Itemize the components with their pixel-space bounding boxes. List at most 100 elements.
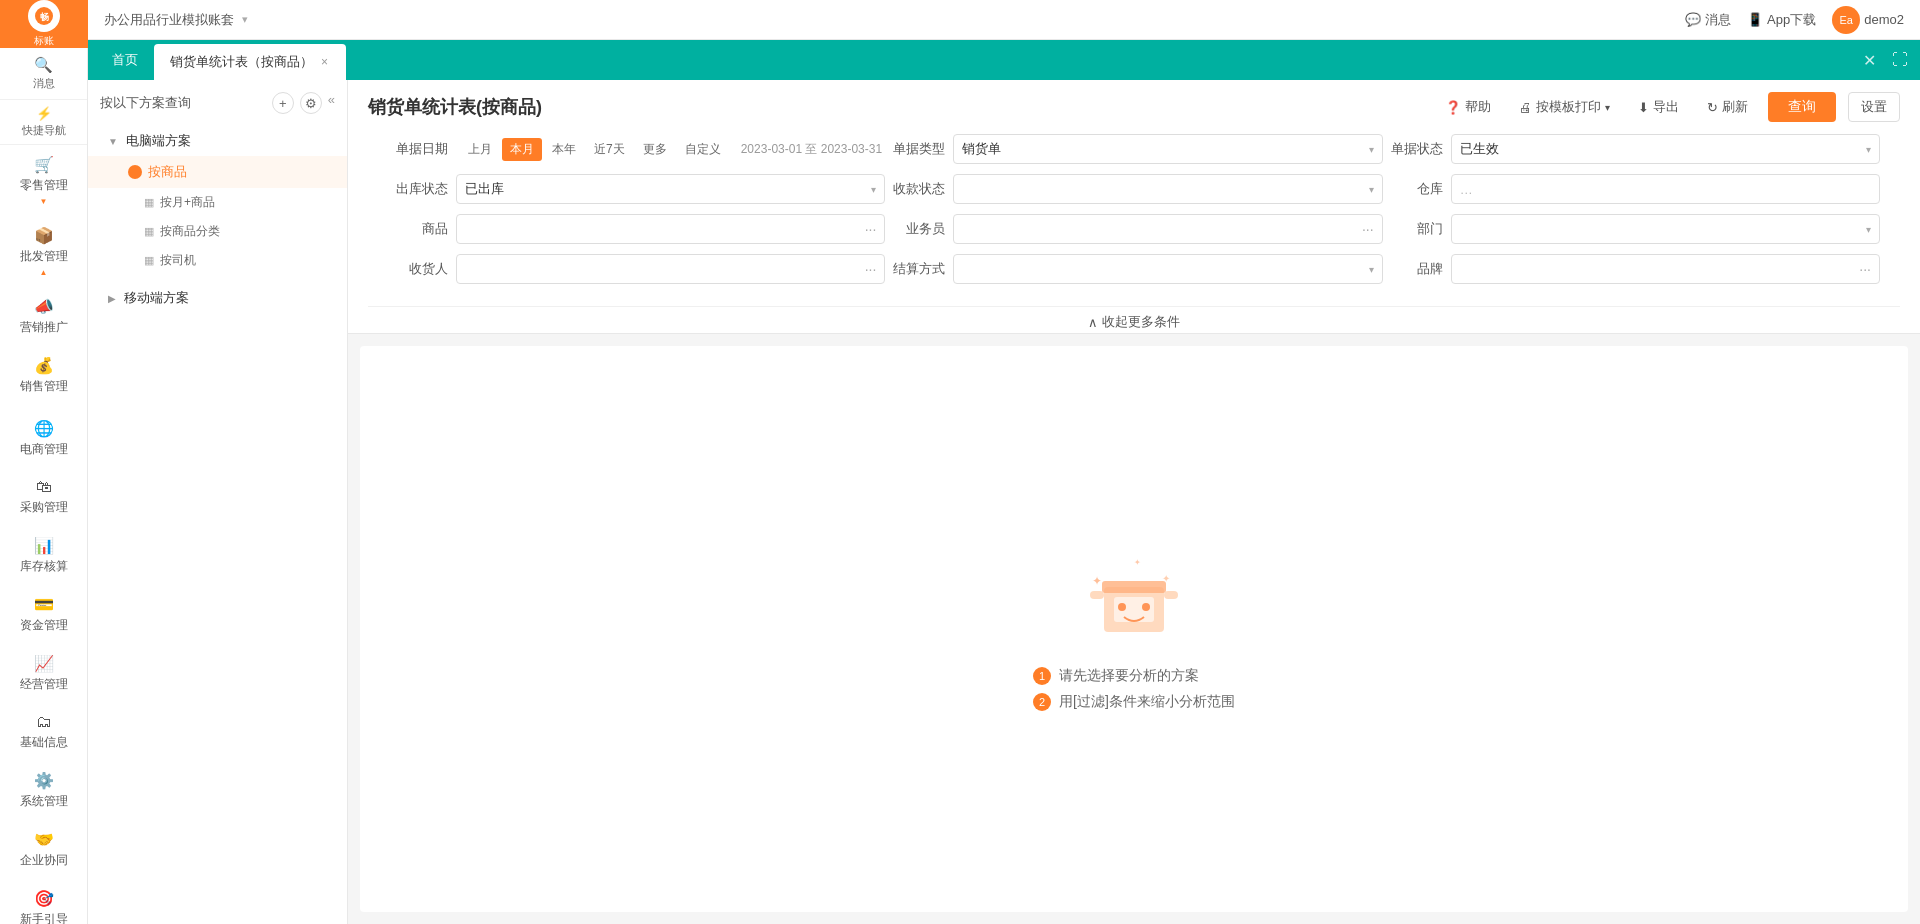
message-btn[interactable]: 💬 消息 [1685, 11, 1731, 29]
user-btn[interactable]: Ea demo2 [1832, 6, 1904, 34]
tab-home[interactable]: 首页 [96, 40, 154, 80]
window-expand-btn[interactable]: ⛶ [1888, 47, 1912, 73]
mobile-scheme-group: ▶ 移动端方案 [88, 279, 347, 317]
goods-dots[interactable]: ··· [865, 221, 877, 237]
filter-doc-status: 单据状态 已生效 ▾ [1383, 134, 1880, 164]
sidebar-item-system[interactable]: ⚙️ 系统管理 [0, 761, 87, 820]
doc-type-input[interactable]: 销货单 ▾ [953, 134, 1382, 164]
window-close-btn[interactable]: ✕ [1859, 47, 1880, 74]
sidebar-item-newuser[interactable]: 🎯 新手引导 [0, 879, 87, 924]
date-custom-btn[interactable]: 自定义 [677, 138, 729, 161]
industry-dropdown[interactable]: ▾ [242, 13, 248, 26]
filter-salesman: 业务员 ··· [885, 214, 1382, 244]
sidebar-item-operations[interactable]: 📈 经营管理 [0, 644, 87, 703]
sidebar-item-marketing[interactable]: 📣 营销推广 [0, 287, 87, 346]
date-this-year-btn[interactable]: 本年 [544, 138, 584, 161]
department-input[interactable]: ▾ [1451, 214, 1880, 244]
topbar-right: 💬 消息 📱 App下载 Ea demo2 [1685, 6, 1904, 34]
sidebar-item-wholesale[interactable]: 📦 批发管理 [0, 216, 87, 287]
warehouse-input[interactable]: … [1451, 174, 1880, 204]
sidebar-item-cooperation[interactable]: 🤝 企业协同 [0, 820, 87, 879]
settings-btn[interactable]: 设置 [1848, 92, 1900, 122]
query-btn[interactable]: 查询 [1768, 92, 1836, 122]
recipient-dots[interactable]: ··· [865, 261, 877, 277]
goods-input[interactable]: ··· [456, 214, 885, 244]
sidebar-item-sales[interactable]: 💰 销售管理 [0, 346, 87, 405]
filter-doc-type: 单据类型 销货单 ▾ [885, 134, 1382, 164]
filter-row-2: 出库状态 已出库 ▾ 收款状态 ▾ [388, 174, 1880, 204]
filter-panel-actions: + ⚙ « [272, 92, 335, 114]
page-title-row: 销货单统计表(按商品) ❓ 帮助 🖨 按模板打印 ▾ ⬇ [368, 92, 1900, 122]
finance-label: 资金管理 [20, 617, 68, 634]
collapse-panel-btn[interactable]: « [328, 92, 335, 114]
export-btn[interactable]: ⬇ 导出 [1630, 94, 1687, 120]
scheme-item-by-goods[interactable]: 按商品 [88, 156, 347, 188]
sidebar-item-inventory[interactable]: 📊 库存核算 [0, 526, 87, 585]
scheme-item-by-driver[interactable]: ▦ 按司机 [88, 246, 347, 275]
print-label: 按模板打印 [1536, 98, 1601, 116]
brand-input[interactable]: ··· [1451, 254, 1880, 284]
sidebar-item-retail[interactable]: 🛒 零售管理 ▼ [0, 145, 87, 216]
date-more-btn[interactable]: 更多 [635, 138, 675, 161]
warehouse-label: 仓库 [1383, 180, 1443, 198]
sidebar: 畅 标账 🔍 消息 ⚡ 快捷导航 🛒 零售管理 ▼ 📦 批发管理 📣 营销推广 … [0, 0, 88, 924]
scheme-subitem-label1: 按月+商品 [160, 194, 215, 211]
receipt-status-label: 收款状态 [885, 180, 945, 198]
sidebar-quick-nav[interactable]: ⚡ 快捷导航 [0, 100, 87, 145]
app-download-btn[interactable]: 📱 App下载 [1747, 11, 1816, 29]
recipient-input[interactable]: ··· [456, 254, 885, 284]
filter-warehouse: 仓库 … [1383, 174, 1880, 204]
pc-scheme-title[interactable]: ▼ 电脑端方案 [88, 126, 347, 156]
sidebar-item-basic[interactable]: 🗂 基础信息 [0, 703, 87, 761]
mobile-group-label: 移动端方案 [124, 289, 189, 307]
salesman-input[interactable]: ··· [953, 214, 1382, 244]
settings-label: 设置 [1861, 98, 1887, 116]
date-label: 单据日期 [388, 140, 448, 158]
sidebar-item-finance[interactable]: 💳 资金管理 [0, 585, 87, 644]
settings-scheme-btn[interactable]: ⚙ [300, 92, 322, 114]
empty-tips: 1 请先选择要分析的方案 2 用[过滤]条件来缩小分析范围 [1033, 667, 1235, 711]
out-status-value: 已出库 [465, 180, 871, 198]
user-avatar: Ea [1832, 6, 1860, 34]
help-icon: ❓ [1445, 100, 1461, 115]
scheme-item-by-month-goods[interactable]: ▦ 按月+商品 [88, 188, 347, 217]
date-last-month-btn[interactable]: 上月 [460, 138, 500, 161]
sales-icon: 💰 [34, 356, 54, 375]
sidebar-item-ecommerce[interactable]: 🌐 电商管理 [0, 409, 87, 468]
mobile-scheme-title[interactable]: ▶ 移动端方案 [88, 283, 347, 313]
out-status-input[interactable]: 已出库 ▾ [456, 174, 885, 204]
finance-icon: 💳 [34, 595, 54, 614]
operations-icon: 📈 [34, 654, 54, 673]
payment-input[interactable]: ▾ [953, 254, 1382, 284]
scheme-item-by-category[interactable]: ▦ 按商品分类 [88, 217, 347, 246]
help-btn[interactable]: ❓ 帮助 [1437, 94, 1499, 120]
filter-row-3: 商品 ··· 业务员 ··· [388, 214, 1880, 244]
brand-dots[interactable]: ··· [1859, 261, 1871, 277]
sidebar-search[interactable]: 🔍 消息 [0, 48, 87, 100]
tab-close-btn[interactable]: × [319, 53, 330, 71]
svg-text:✦: ✦ [1134, 558, 1141, 567]
mobile-group-toggle: ▶ [108, 293, 116, 304]
doc-status-label: 单据状态 [1383, 140, 1443, 158]
svg-rect-8 [1164, 591, 1178, 599]
print-btn[interactable]: 🖨 按模板打印 ▾ [1511, 94, 1618, 120]
app-logo[interactable]: 畅 标账 [0, 0, 88, 48]
tab-active[interactable]: 销货单统计表（按商品） × [154, 44, 346, 80]
date-last7-btn[interactable]: 近7天 [586, 138, 633, 161]
refresh-btn[interactable]: ↻ 刷新 [1699, 94, 1756, 120]
doc-status-input[interactable]: 已生效 ▾ [1451, 134, 1880, 164]
sidebar-item-purchase[interactable]: 🛍 采购管理 [0, 468, 87, 526]
salesman-dots[interactable]: ··· [1362, 221, 1374, 237]
collapse-more-btn[interactable]: ∧ 收起更多条件 [368, 306, 1900, 333]
pc-group-label: 电脑端方案 [126, 132, 191, 150]
pc-scheme-group: ▼ 电脑端方案 按商品 ▦ 按月+商品 ▦ 按商品分类 ▦ 按司机 [88, 122, 347, 279]
goods-label: 商品 [388, 220, 448, 238]
add-scheme-btn[interactable]: + [272, 92, 294, 114]
receipt-status-input[interactable]: ▾ [953, 174, 1382, 204]
date-this-month-btn[interactable]: 本月 [502, 138, 542, 161]
svg-rect-3 [1102, 581, 1166, 593]
date-quick-btns: 上月 本月 本年 近7天 更多 自定义 [460, 138, 729, 161]
retail-icon: 🛒 [34, 155, 54, 174]
message-icon: 💬 [1685, 12, 1701, 27]
filter-panel-title: 按以下方案查询 [100, 94, 191, 112]
